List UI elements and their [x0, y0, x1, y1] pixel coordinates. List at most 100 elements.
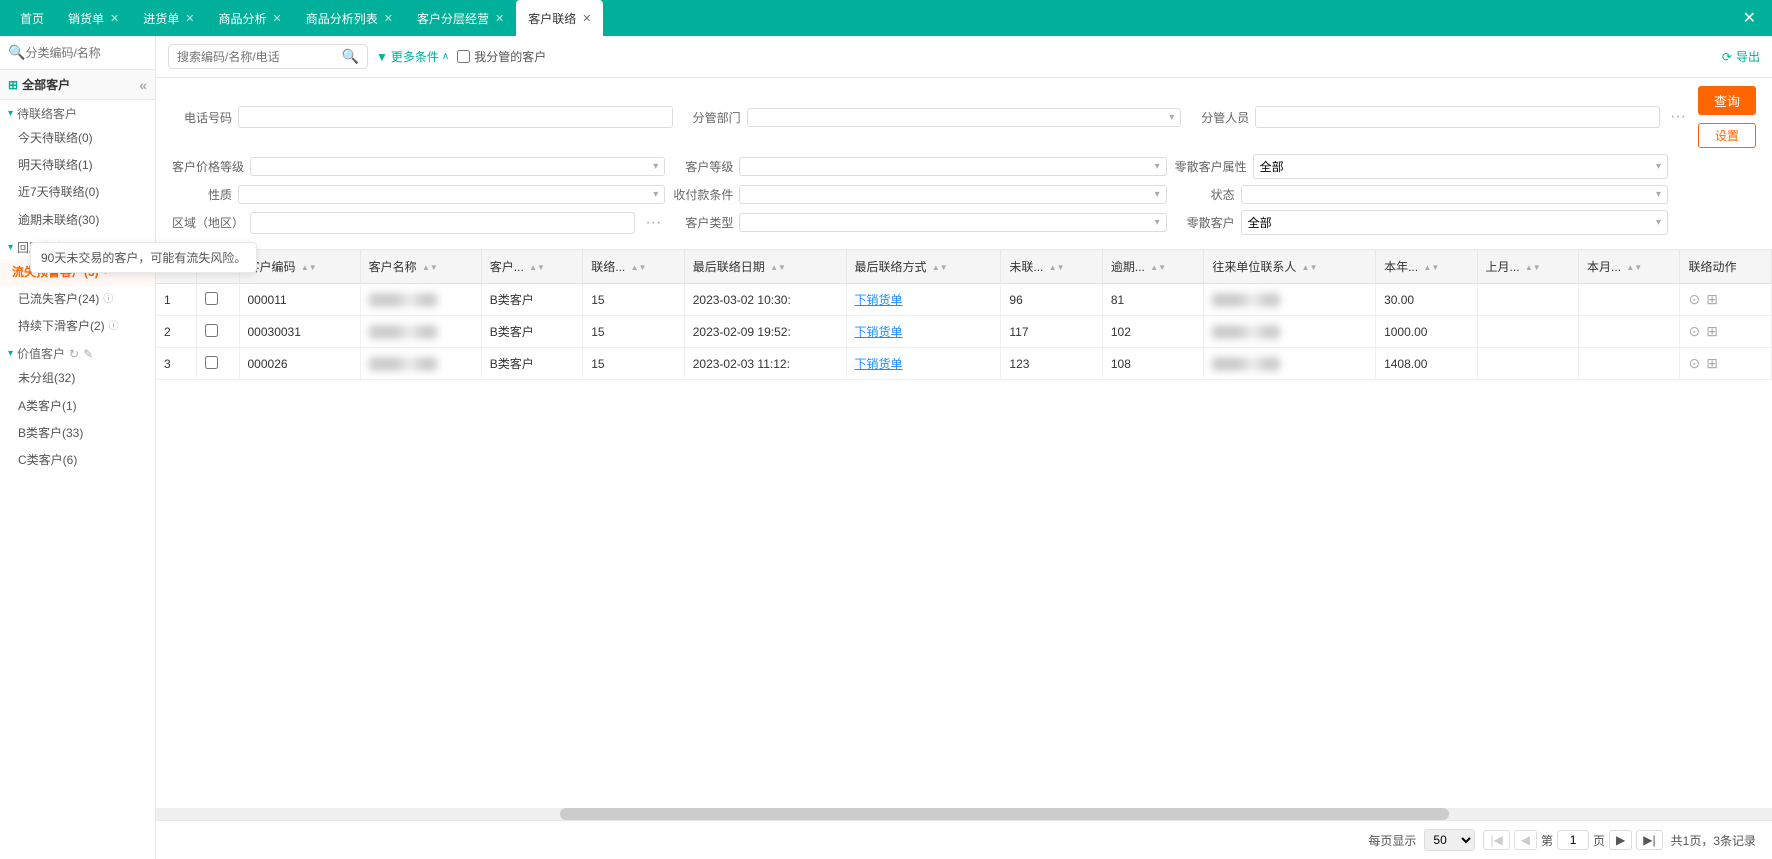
sidebar-group-pending[interactable]: ▾ 待联络客户: [0, 100, 155, 125]
td-checkbox[interactable]: [197, 316, 239, 348]
action-more-icon[interactable]: ⊞: [1706, 291, 1718, 308]
filter-retail-select[interactable]: 全部 ▾: [1241, 210, 1668, 235]
last-page-button[interactable]: ▶|: [1636, 830, 1662, 850]
sidebar-item-tomorrow[interactable]: 明天待联络(1): [0, 152, 155, 179]
sidebar-item-7days[interactable]: 近7天待联络(0): [0, 179, 155, 206]
pagination: 每页显示 50 100 200 |◀ ◀ 第 页 ▶ ▶| 共1页，3条记录: [156, 820, 1772, 859]
row-checkbox[interactable]: [205, 292, 218, 305]
filter-row-4: 区域（地区） ··· 客户类型 ▾ 零散客户 全部 ▾: [172, 210, 1756, 235]
filter-customer-type-label: 客户类型: [673, 214, 733, 231]
page-input[interactable]: [1557, 830, 1589, 850]
collapse-icon: «: [139, 77, 147, 93]
tab-customer-tier-close[interactable]: ✕: [495, 12, 504, 25]
prev-page-button[interactable]: ◀: [1514, 830, 1537, 850]
td-last-date: 2023-03-02 10:30:: [684, 284, 846, 316]
filter-retail-label: 零散客户: [1175, 214, 1235, 231]
action-contact-icon[interactable]: ⊙: [1688, 323, 1700, 340]
customer-type-arrow: ▾: [1155, 217, 1160, 228]
customer-table: ⚙ 客户编码 ▲▼ 客户名称 ▲▼: [156, 250, 1772, 380]
tab-sales-close[interactable]: ✕: [110, 12, 119, 25]
sidebar-item-class-c[interactable]: C类客户(6): [0, 447, 155, 474]
refresh-icon[interactable]: ↻: [69, 347, 79, 361]
row-checkbox[interactable]: [205, 324, 218, 337]
filter-manager-input[interactable]: [1255, 106, 1660, 128]
filter-price-grade-select[interactable]: ▾: [250, 157, 665, 176]
td-actions: ⊙ ⊞: [1680, 316, 1772, 348]
total-count: 共1页，3条记录: [1671, 832, 1756, 849]
row-checkbox[interactable]: [205, 356, 218, 369]
filter-dept-select[interactable]: ▾: [747, 108, 1182, 127]
td-this-month: [1579, 348, 1680, 380]
search-button[interactable]: 🔍: [342, 48, 359, 65]
tab-customer-contact-close[interactable]: ✕: [582, 12, 591, 25]
filter-phone-input[interactable]: [238, 106, 673, 128]
td-last-method: 下销货单: [846, 316, 1001, 348]
filter-row-1: 电话号码 分管部门 ▾ 分管人员 ··· 查询 设置: [172, 86, 1756, 148]
filter-customer-type-select[interactable]: ▾: [739, 213, 1166, 232]
action-contact-icon[interactable]: ⊙: [1688, 291, 1700, 308]
last-method-link[interactable]: 下销货单: [855, 325, 903, 339]
last-method-link[interactable]: 下销货单: [855, 357, 903, 371]
sidebar-item-class-a[interactable]: A类客户(1): [0, 393, 155, 420]
tab-customer-tier[interactable]: 客户分层经营 ✕: [405, 0, 516, 36]
filter-status: 状态 ▾: [1175, 185, 1668, 204]
per-page-select[interactable]: 50 100 200: [1424, 829, 1475, 851]
tab-analysis-close[interactable]: ✕: [273, 12, 282, 25]
arrow-icon: ▾: [8, 108, 13, 119]
filter-status-select[interactable]: ▾: [1241, 185, 1668, 204]
sidebar-item-class-b[interactable]: B类客户(33): [0, 420, 155, 447]
region-more-button[interactable]: ···: [641, 214, 665, 232]
filter-retail-attr-select[interactable]: 全部 ▾: [1253, 154, 1668, 179]
tab-sales[interactable]: 销货单 ✕: [56, 0, 131, 36]
export-button[interactable]: ⟳ 导出: [1722, 48, 1760, 65]
tab-analysis-list-close[interactable]: ✕: [384, 12, 393, 25]
tab-customer-contact[interactable]: 客户联络 ✕: [516, 0, 603, 36]
filter-nature-select[interactable]: ▾: [238, 185, 665, 204]
tab-analysis[interactable]: 商品分析 ✕: [206, 0, 293, 36]
first-page-button[interactable]: |◀: [1483, 830, 1509, 850]
sidebar-item-already-lost[interactable]: 已流失客户(24) ⓘ: [0, 286, 155, 313]
dept-select-arrow: ▾: [1169, 112, 1174, 123]
horizontal-scrollbar[interactable]: [156, 808, 1772, 820]
filter-region-input[interactable]: [250, 212, 635, 234]
my-customers-checkbox[interactable]: [457, 50, 470, 63]
filter-region: 区域（地区） ···: [172, 212, 665, 234]
th-this-month: 本月... ▲▼: [1579, 250, 1680, 284]
filter-more-button[interactable]: ▼ 更多条件 ∧: [376, 48, 449, 65]
action-more-icon[interactable]: ⊞: [1706, 355, 1718, 372]
sidebar-item-today[interactable]: 今天待联络(0): [0, 125, 155, 152]
sidebar-item-ungrouped[interactable]: 未分组(32): [0, 365, 155, 392]
filter-payment-select[interactable]: ▾: [739, 185, 1166, 204]
edit-icon[interactable]: ✎: [83, 347, 93, 361]
action-contact-icon[interactable]: ⊙: [1688, 355, 1700, 372]
td-no-contact: 123: [1001, 348, 1102, 380]
tab-home[interactable]: 首页: [8, 0, 56, 36]
sidebar-item-declining[interactable]: 持续下滑客户(2) ⓘ: [0, 313, 155, 340]
filter-customer-grade-select[interactable]: ▾: [739, 157, 1166, 176]
td-checkbox[interactable]: [197, 284, 239, 316]
search-input[interactable]: [177, 50, 342, 64]
manager-more-button[interactable]: ···: [1666, 108, 1690, 126]
td-checkbox[interactable]: [197, 348, 239, 380]
sidebar-all-customers[interactable]: ⊞ 全部客户 «: [0, 70, 155, 100]
window-close-button[interactable]: ✕: [1735, 8, 1764, 28]
tab-purchase-close[interactable]: ✕: [185, 12, 194, 25]
tab-analysis-list[interactable]: 商品分析列表 ✕: [294, 0, 405, 36]
my-customers-checkbox-label[interactable]: 我分管的客户: [457, 48, 546, 65]
name-sort-icon: ▲▼: [422, 263, 438, 272]
scrollbar-thumb[interactable]: [560, 808, 1449, 820]
sidebar-item-overdue[interactable]: 逾期未联络(30): [0, 207, 155, 234]
sidebar-group-value[interactable]: ▾ 价值客户 ↻ ✎: [0, 340, 155, 365]
th-type: 客户... ▲▼: [481, 250, 582, 284]
action-more-icon[interactable]: ⊞: [1706, 323, 1718, 340]
filter-retail: 零散客户 全部 ▾: [1175, 210, 1668, 235]
next-page-button[interactable]: ▶: [1609, 830, 1632, 850]
last-method-link[interactable]: 下销货单: [855, 293, 903, 307]
settings-button[interactable]: 设置: [1698, 123, 1756, 148]
toolbar: 🔍 ▼ 更多条件 ∧ 我分管的客户 ⟳ 导出: [156, 36, 1772, 78]
query-button[interactable]: 查询: [1698, 86, 1756, 115]
sidebar-search-input[interactable]: [25, 46, 156, 60]
th-last-month: 上月... ▲▼: [1477, 250, 1578, 284]
td-no: 3: [156, 348, 197, 380]
tab-purchase[interactable]: 进货单 ✕: [131, 0, 206, 36]
